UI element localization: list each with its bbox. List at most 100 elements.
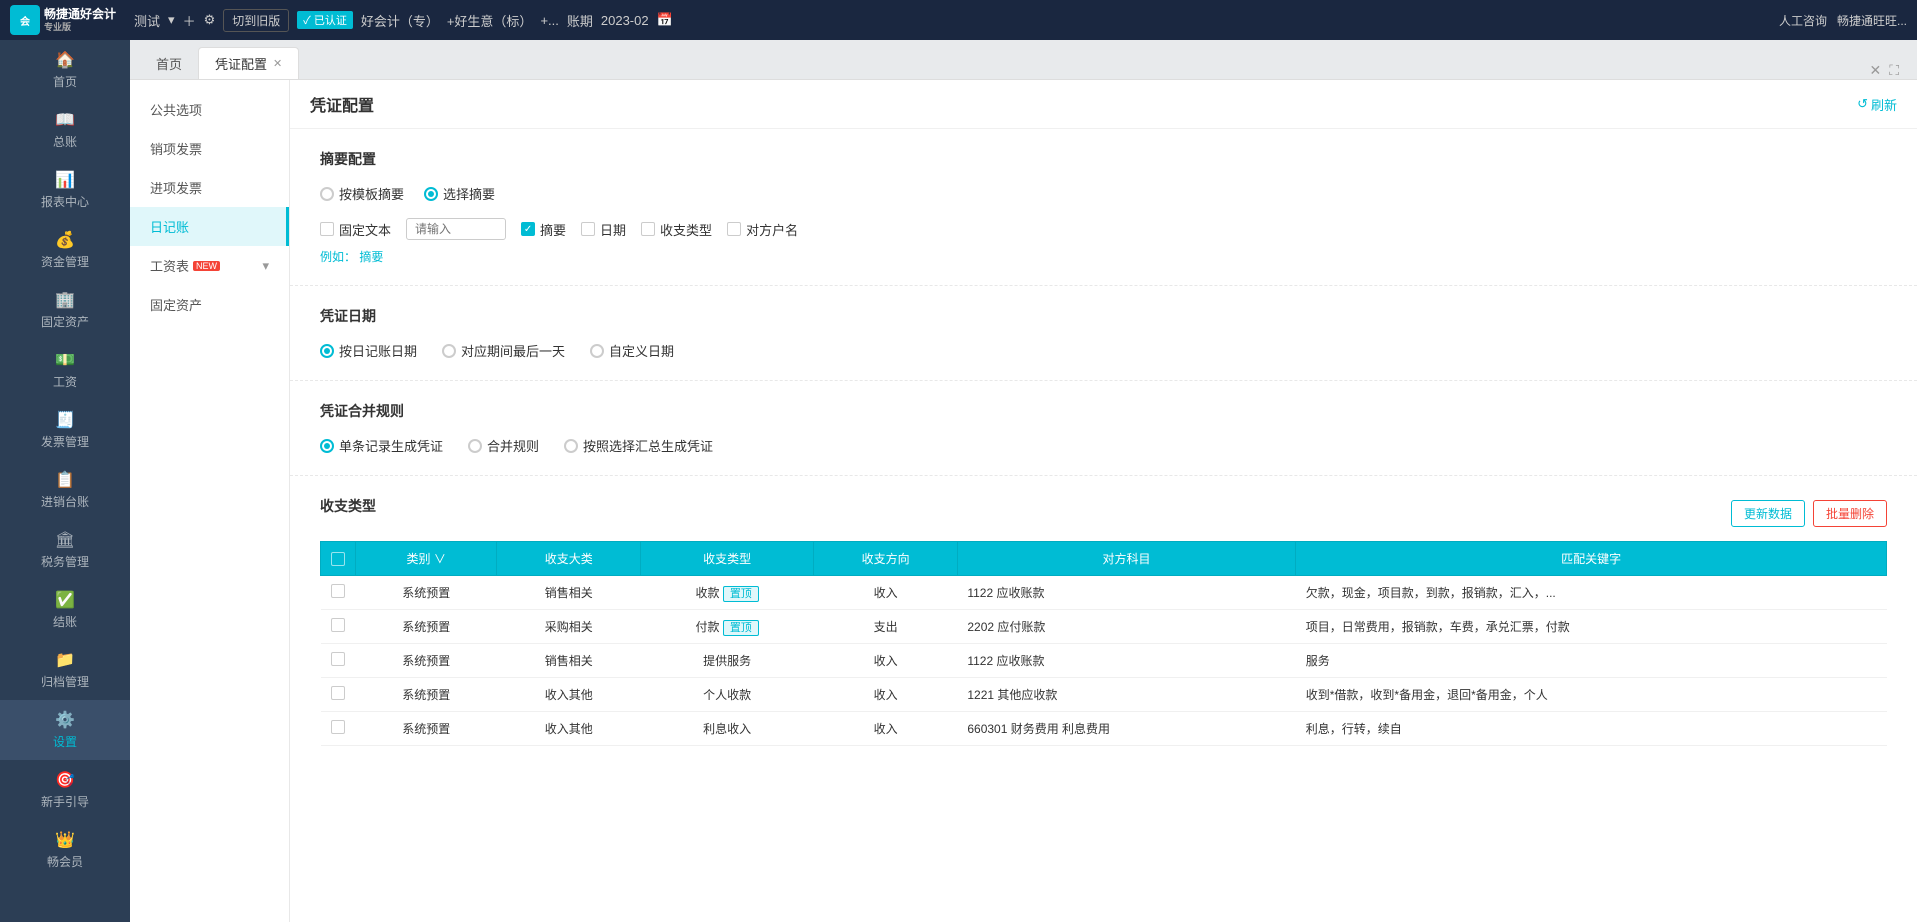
archive-icon: 📁 xyxy=(55,650,75,670)
radio-merge-rules[interactable]: 合并规则 xyxy=(468,436,539,455)
radio-summary-generate[interactable]: 按照选择汇总生成凭证 xyxy=(564,436,713,455)
sidebar-item-salary[interactable]: 💵 工资 xyxy=(0,340,130,400)
inner-sidebar-journal[interactable]: 日记账 xyxy=(130,207,289,246)
inner-sidebar-journal-label: 日记账 xyxy=(150,217,189,236)
checkbox-income-type[interactable]: 收支类型 xyxy=(641,220,712,239)
tax-icon: 🏛 xyxy=(55,530,75,550)
tab-close-icon[interactable]: ✕ xyxy=(273,57,282,70)
tab-voucher-config[interactable]: 凭证配置 ✕ xyxy=(198,47,299,79)
row-checkbox-cell[interactable] xyxy=(321,644,356,678)
sidebar-item-funds[interactable]: 💰 资金管理 xyxy=(0,220,130,280)
row-checkbox[interactable] xyxy=(331,686,345,700)
row-checkbox[interactable] xyxy=(331,652,345,666)
th-select-all[interactable] xyxy=(321,542,356,576)
row-checkbox[interactable] xyxy=(331,584,345,598)
income-type-checkbox[interactable] xyxy=(641,222,655,236)
radio-period-last[interactable]: 对应期间最后一天 xyxy=(442,341,565,360)
radio-template-summary[interactable]: 按模板摘要 xyxy=(320,184,404,203)
sidebar-item-tax[interactable]: 🏛 税务管理 xyxy=(0,520,130,580)
row-account: 660301 财务费用 利息费用 xyxy=(957,712,1295,746)
row-checkbox-cell[interactable] xyxy=(321,712,356,746)
dropdown-arrow-icon[interactable]: ▾ xyxy=(168,12,175,28)
type-tag-badge[interactable]: 置顶 xyxy=(723,586,759,602)
summary-checkbox[interactable]: ✓ xyxy=(521,222,535,236)
table-row: 系统预置 销售相关 提供服务 收入 1122 应收账款 服务 xyxy=(321,644,1887,678)
row-checkbox[interactable] xyxy=(331,720,345,734)
radio-journal-date[interactable]: 按日记账日期 xyxy=(320,341,417,360)
sidebar-item-settle[interactable]: ✅ 结账 xyxy=(0,580,130,640)
new-badge: NEW xyxy=(193,261,220,271)
sidebar-item-settings[interactable]: ⚙️ 设置 xyxy=(0,700,130,760)
nav-label-salary: 工资 xyxy=(53,373,77,390)
inner-sidebar-payroll-label: 工资表 xyxy=(150,256,189,275)
checkbox-counterpart[interactable]: 对方户名 xyxy=(727,220,798,239)
calendar-icon[interactable]: 📅 xyxy=(657,12,673,28)
row-checkbox-cell[interactable] xyxy=(321,610,356,644)
switch-version-button[interactable]: 切到旧版 xyxy=(223,9,289,32)
fixed-text-checkbox[interactable] xyxy=(320,222,334,236)
radio-custom-date[interactable]: 自定义日期 xyxy=(590,341,674,360)
update-data-button[interactable]: 更新数据 xyxy=(1731,500,1805,527)
th-account: 对方科目 xyxy=(957,542,1295,576)
checkbox-summary[interactable]: ✓ 摘要 xyxy=(521,220,566,239)
row-checkbox[interactable] xyxy=(331,618,345,632)
sidebar-item-home[interactable]: 🏠 首页 xyxy=(0,40,130,100)
nav-label-home: 首页 xyxy=(53,73,77,90)
row-type: 付款 置顶 xyxy=(640,610,813,644)
sidebar-item-guide[interactable]: 🎯 新手引导 xyxy=(0,760,130,820)
sidebar-item-reports[interactable]: 📊 报表中心 xyxy=(0,160,130,220)
row-type: 提供服务 xyxy=(640,644,813,678)
inner-sidebar-purchase-invoice[interactable]: 进项发票 xyxy=(130,168,289,207)
period-value[interactable]: 2023-02 xyxy=(601,13,649,28)
radio-single-record[interactable]: 单条记录生成凭证 xyxy=(320,436,443,455)
counterpart-checkbox[interactable] xyxy=(727,222,741,236)
row-direction: 收入 xyxy=(814,576,958,610)
fixed-text-input[interactable] xyxy=(406,218,506,240)
th-keywords: 匹配关键字 xyxy=(1296,542,1887,576)
date-checkbox[interactable] xyxy=(581,222,595,236)
th-type: 收支类型 xyxy=(640,542,813,576)
add-icon[interactable]: ＋ xyxy=(183,11,196,30)
user-name[interactable]: 畅捷通旺旺... xyxy=(1837,12,1907,29)
inner-sidebar-sales-invoice[interactable]: 销项发票 xyxy=(130,129,289,168)
row-category: 系统预置 xyxy=(356,610,497,644)
tab-home[interactable]: 首页 xyxy=(140,48,198,79)
maximize-icon[interactable]: ⛶ xyxy=(1889,62,1899,79)
app-logo: 会 畅捷通好会计 专业版 xyxy=(10,5,116,35)
row-checkbox-cell[interactable] xyxy=(321,576,356,610)
close-window-icon[interactable]: ✕ xyxy=(1869,62,1881,79)
radio-select-summary[interactable]: 选择摘要 xyxy=(424,184,495,203)
inner-sidebar-public[interactable]: 公共选项 xyxy=(130,90,289,129)
type-tag-badge[interactable]: 置顶 xyxy=(723,620,759,636)
table-row: 系统预置 采购相关 付款 置顶 支出 2202 应付账款 项目，日常费用，报销款… xyxy=(321,610,1887,644)
sidebar-item-assets[interactable]: 🏢 固定资产 xyxy=(0,280,130,340)
settings-icon[interactable]: ⚙ xyxy=(204,12,216,28)
checkbox-date[interactable]: 日期 xyxy=(581,220,626,239)
reports-icon: 📊 xyxy=(55,170,75,190)
sidebar-item-purchase[interactable]: 📋 进销台账 xyxy=(0,460,130,520)
payroll-expand-icon[interactable]: ▾ xyxy=(262,258,269,274)
logo-icon: 会 xyxy=(10,5,40,35)
row-major: 收入其他 xyxy=(497,712,641,746)
radio-journal-date-label: 按日记账日期 xyxy=(339,341,417,360)
more-label[interactable]: +... xyxy=(540,13,558,28)
refresh-button[interactable]: ↺ 刷新 xyxy=(1857,95,1897,114)
inner-sidebar-fixed-assets[interactable]: 固定资产 xyxy=(130,285,289,324)
home-icon: 🏠 xyxy=(55,50,75,70)
select-all-checkbox[interactable] xyxy=(331,552,345,566)
batch-delete-button[interactable]: 批量删除 xyxy=(1813,500,1887,527)
checkbox-fixed-text[interactable]: 固定文本 xyxy=(320,220,391,239)
left-nav: 🏠 首页 📖 总账 📊 报表中心 💰 资金管理 🏢 固定资产 💵 工资 🧾 发票… xyxy=(0,40,130,922)
support-label[interactable]: 人工咨询 xyxy=(1779,12,1827,29)
sidebar-item-archive[interactable]: 📁 归档管理 xyxy=(0,640,130,700)
table-row: 系统预置 收入其他 个人收款 收入 1221 其他应收款 收到*借款，收到*备用… xyxy=(321,678,1887,712)
sidebar-item-invoice-mgr[interactable]: 🧾 发票管理 xyxy=(0,400,130,460)
sidebar-item-member[interactable]: 👑 畅会员 xyxy=(0,820,130,880)
inner-sidebar-payroll[interactable]: 工资表 NEW ▾ xyxy=(130,246,289,285)
row-checkbox-cell[interactable] xyxy=(321,678,356,712)
tab-voucher-config-label: 凭证配置 xyxy=(215,54,267,73)
radio-period-last-label: 对应期间最后一天 xyxy=(461,341,565,360)
sidebar-item-ledger[interactable]: 📖 总账 xyxy=(0,100,130,160)
guide-icon: 🎯 xyxy=(55,770,75,790)
row-category: 系统预置 xyxy=(356,678,497,712)
